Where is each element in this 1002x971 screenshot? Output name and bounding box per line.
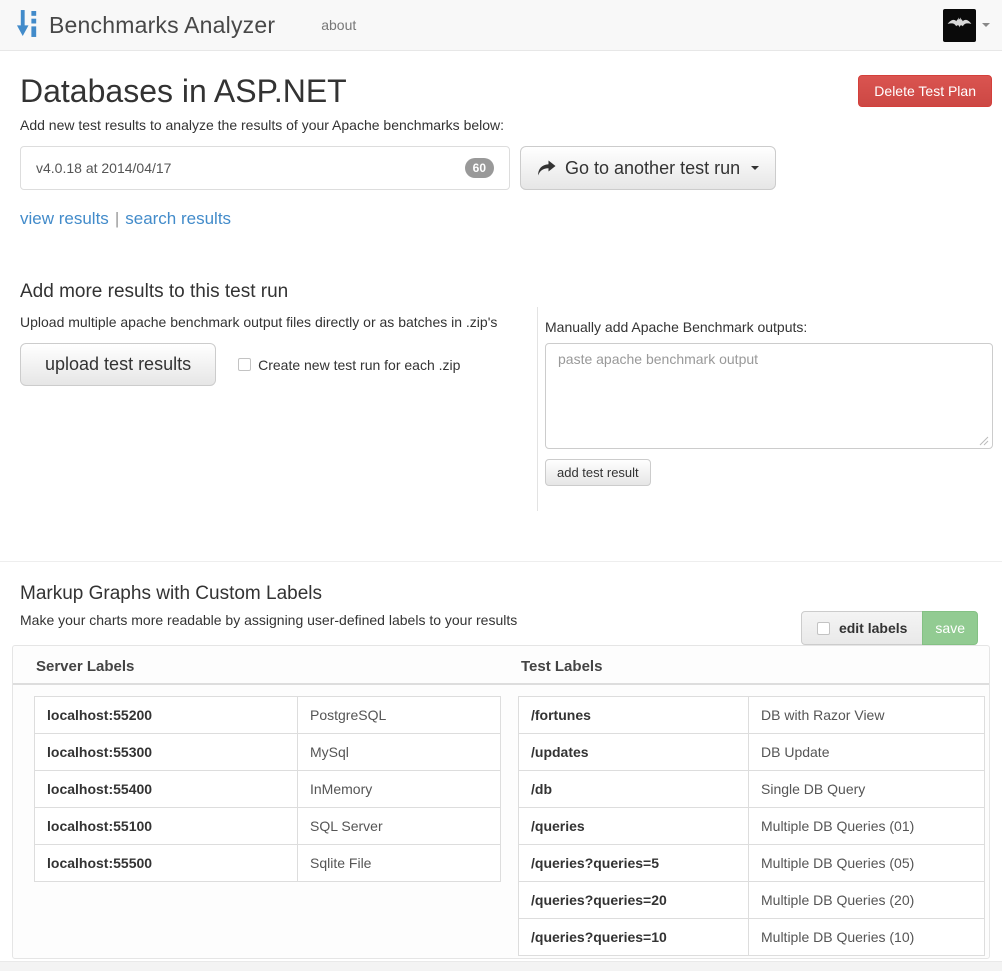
test-label-cell[interactable]: Multiple DB Queries (10) [749,919,985,956]
bat-logo-icon [945,9,974,41]
table-row: /queries Multiple DB Queries (01) [519,808,985,845]
table-row: /db Single DB Query [519,771,985,808]
edit-labels-checkbox[interactable] [817,622,830,635]
server-label-cell[interactable]: PostgreSQL [298,697,501,734]
server-label-cell[interactable]: SQL Server [298,808,501,845]
table-row: /queries?queries=5 Multiple DB Queries (… [519,845,985,882]
table-row: /queries?queries=10 Multiple DB Queries … [519,919,985,956]
table-row: localhost:55300 MySql [35,734,501,771]
user-avatar[interactable] [943,9,976,42]
test-labels-title: Test Labels [501,658,989,685]
navbar: Benchmarks Analyzer about [0,0,1002,51]
edit-labels-label: edit labels [839,620,907,636]
view-results-link[interactable]: view results [20,209,109,228]
sort-amount-down-icon [16,9,41,41]
test-cell: /updates [519,734,749,771]
new-run-per-zip-label: Create new test run for each .zip [258,357,460,373]
search-results-link[interactable]: search results [125,209,231,228]
server-labels-title: Server Labels [13,658,501,685]
new-run-per-zip-checkbox[interactable] [238,358,251,371]
edit-labels-button[interactable]: edit labels [801,611,923,645]
server-cell: localhost:55200 [35,697,298,734]
brand-title: Benchmarks Analyzer [49,12,275,39]
add-results-heading: Add more results to this test run [20,279,537,305]
nav-link-about[interactable]: about [321,17,356,33]
caret-down-icon [751,166,759,170]
manual-add-label: Manually add Apache Benchmark outputs: [545,319,993,335]
page-title: Databases in ASP.NET [20,71,347,111]
test-label-cell[interactable]: DB Update [749,734,985,771]
server-cell: localhost:55500 [35,845,298,882]
table-row: /queries?queries=20 Multiple DB Queries … [519,882,985,919]
server-label-cell[interactable]: Sqlite File [298,845,501,882]
section-divider [0,561,1002,562]
result-count-badge: 60 [465,158,494,178]
test-cell: /db [519,771,749,808]
brand[interactable]: Benchmarks Analyzer [16,9,275,41]
test-label-cell[interactable]: Multiple DB Queries (05) [749,845,985,882]
page-bottom-strip [0,961,1002,971]
test-label-cell[interactable]: DB with Razor View [749,697,985,734]
labels-section-heading: Markup Graphs with Custom Labels [20,581,992,607]
delete-test-plan-button[interactable]: Delete Test Plan [858,75,992,107]
test-label-cell[interactable]: Multiple DB Queries (01) [749,808,985,845]
page-subtitle: Add new test results to analyze the resu… [20,117,992,133]
table-row: localhost:55500 Sqlite File [35,845,501,882]
test-labels-table: /fortunes DB with Razor View /updates DB… [518,696,985,956]
table-row: /fortunes DB with Razor View [519,697,985,734]
new-run-per-zip-option[interactable]: Create new test run for each .zip [238,357,460,373]
benchmark-output-textarea[interactable] [545,343,993,449]
save-labels-button[interactable]: save [922,611,978,645]
table-row: localhost:55400 InMemory [35,771,501,808]
goto-test-run-button[interactable]: Go to another test run [520,146,776,190]
table-row: localhost:55200 PostgreSQL [35,697,501,734]
test-cell: /queries?queries=20 [519,882,749,919]
test-cell: /fortunes [519,697,749,734]
server-cell: localhost:55300 [35,734,298,771]
upload-hint-text: Upload multiple apache benchmark output … [20,314,537,330]
test-cell: /queries [519,808,749,845]
table-row: localhost:55100 SQL Server [35,808,501,845]
test-label-cell[interactable]: Single DB Query [749,771,985,808]
upload-test-results-button[interactable]: upload test results [20,343,216,386]
current-test-run-item[interactable]: v4.0.18 at 2014/04/17 60 [20,146,510,190]
server-cell: localhost:55100 [35,808,298,845]
server-labels-table: localhost:55200 PostgreSQL localhost:553… [34,696,501,882]
server-cell: localhost:55400 [35,771,298,808]
labels-panel: Server Labels localhost:55200 PostgreSQL… [12,645,990,959]
goto-test-run-label: Go to another test run [565,158,740,179]
test-run-name: v4.0.18 at 2014/04/17 [36,160,171,176]
caret-down-icon[interactable] [982,23,990,27]
test-cell: /queries?queries=5 [519,845,749,882]
test-label-cell[interactable]: Multiple DB Queries (20) [749,882,985,919]
share-arrow-icon [537,160,556,177]
server-label-cell[interactable]: InMemory [298,771,501,808]
link-separator: | [115,209,119,228]
table-row: /updates DB Update [519,734,985,771]
add-test-result-button[interactable]: add test result [545,459,651,486]
test-cell: /queries?queries=10 [519,919,749,956]
server-label-cell[interactable]: MySql [298,734,501,771]
